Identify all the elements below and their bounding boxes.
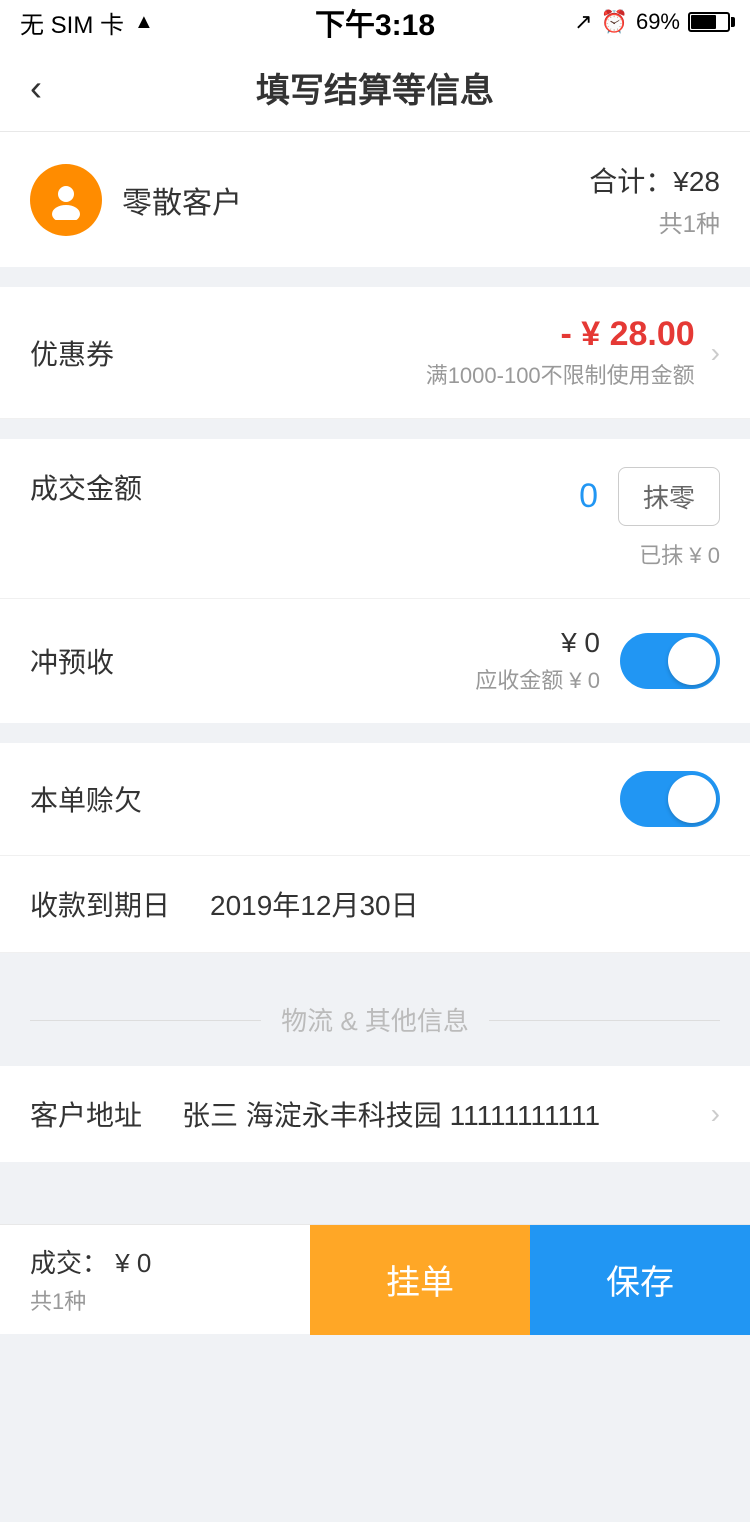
bottom-info: 成交： ¥ 0 共1种 xyxy=(0,1243,310,1316)
address-label: 客户地址 xyxy=(30,1094,142,1134)
back-button[interactable]: ‹ xyxy=(30,67,42,109)
pre-receive-value: ¥ 0 xyxy=(475,627,600,659)
customer-name: 零散客户 xyxy=(122,178,242,222)
customer-row: 零散客户 合计：¥28 共1种 xyxy=(0,132,750,267)
coupon-right: - ¥ 28.00 满1000-100不限制使用金额 › xyxy=(426,315,720,390)
bottom-count: 共1种 xyxy=(30,1284,280,1316)
bottom-deal-label: 成交： xyxy=(30,1248,108,1278)
pre-receive-toggle[interactable] xyxy=(620,633,720,689)
logistics-section: 物流 & 其他信息 xyxy=(0,973,750,1066)
pre-receive-row: 冲预收 ¥ 0 应收金额 ¥ 0 xyxy=(0,599,750,723)
address-chevron-icon: › xyxy=(711,1098,720,1130)
nav-bar: ‹ 填写结算等信息 xyxy=(0,44,750,132)
alarm-icon: ⏰ xyxy=(601,9,628,35)
credit-toggle[interactable] xyxy=(620,771,720,827)
coupon-row[interactable]: 优惠券 - ¥ 28.00 满1000-100不限制使用金额 › xyxy=(0,287,750,419)
customer-count: 共1种 xyxy=(589,204,720,239)
logistics-label: 物流 & 其他信息 xyxy=(281,1006,469,1036)
address-row[interactable]: 客户地址 张三 海淀永丰科技园 11111111111 › xyxy=(0,1066,750,1162)
due-date-label: 收款到期日 xyxy=(30,884,170,924)
divider-2 xyxy=(0,723,750,743)
address-value: 张三 海淀永丰科技园 11111111111 xyxy=(182,1094,711,1134)
page-title: 填写结算等信息 xyxy=(256,63,494,112)
battery-percent: 69% xyxy=(636,9,680,35)
logistics-label-wrap: 物流 & 其他信息 xyxy=(261,1001,489,1038)
avatar xyxy=(30,164,102,236)
battery-icon xyxy=(688,12,730,32)
credit-toggle-knob xyxy=(668,775,716,823)
pre-receive-label: 冲预收 xyxy=(30,641,114,681)
toggle-knob xyxy=(668,637,716,685)
status-left: 无 SIM 卡 ▲ xyxy=(20,5,154,40)
coupon-label: 优惠券 xyxy=(30,333,114,373)
round-zero-button[interactable]: 抹零 xyxy=(618,467,720,526)
location-icon: ↗ xyxy=(574,9,592,35)
chevron-right-icon: › xyxy=(711,337,720,369)
credit-row: 本单赊欠 xyxy=(0,743,750,856)
save-button[interactable]: 保存 xyxy=(530,1225,750,1335)
coupon-sub: 满1000-100不限制使用金额 xyxy=(426,358,695,390)
divider-3 xyxy=(0,953,750,973)
due-date-value: 2019年12月30日 xyxy=(210,884,419,924)
customer-summary: 合计：¥28 共1种 xyxy=(589,160,720,239)
deal-amount-sub: 已抹 ¥ 0 xyxy=(639,538,720,570)
bottom-bar: 成交： ¥ 0 共1种 挂单 保存 xyxy=(0,1224,750,1334)
customer-left: 零散客户 xyxy=(30,164,242,236)
wifi-icon: ▲ xyxy=(134,11,154,34)
due-date-row: 收款到期日 2019年12月30日 xyxy=(0,856,750,953)
divider-1 xyxy=(0,419,750,439)
status-right: ↗ ⏰ 69% xyxy=(574,9,730,35)
pending-button[interactable]: 挂单 xyxy=(310,1225,530,1335)
bottom-deal-row: 成交： ¥ 0 xyxy=(30,1243,280,1280)
customer-total: 合计：¥28 xyxy=(589,160,720,200)
deal-amount-label: 成交金额 xyxy=(30,467,142,507)
status-time: 下午3:18 xyxy=(315,0,435,44)
bottom-deal-amount: ¥ 0 xyxy=(115,1248,151,1278)
deal-amount-row: 成交金额 0 抹零 已抹 ¥ 0 xyxy=(0,439,750,599)
carrier-text: 无 SIM 卡 xyxy=(20,5,124,40)
deal-amount-value: 0 xyxy=(579,477,598,516)
credit-label: 本单赊欠 xyxy=(30,779,142,819)
pre-receive-sub: 应收金额 ¥ 0 xyxy=(475,663,600,695)
coupon-value: - ¥ 28.00 xyxy=(426,315,695,354)
status-bar: 无 SIM 卡 ▲ 下午3:18 ↗ ⏰ 69% xyxy=(0,0,750,44)
